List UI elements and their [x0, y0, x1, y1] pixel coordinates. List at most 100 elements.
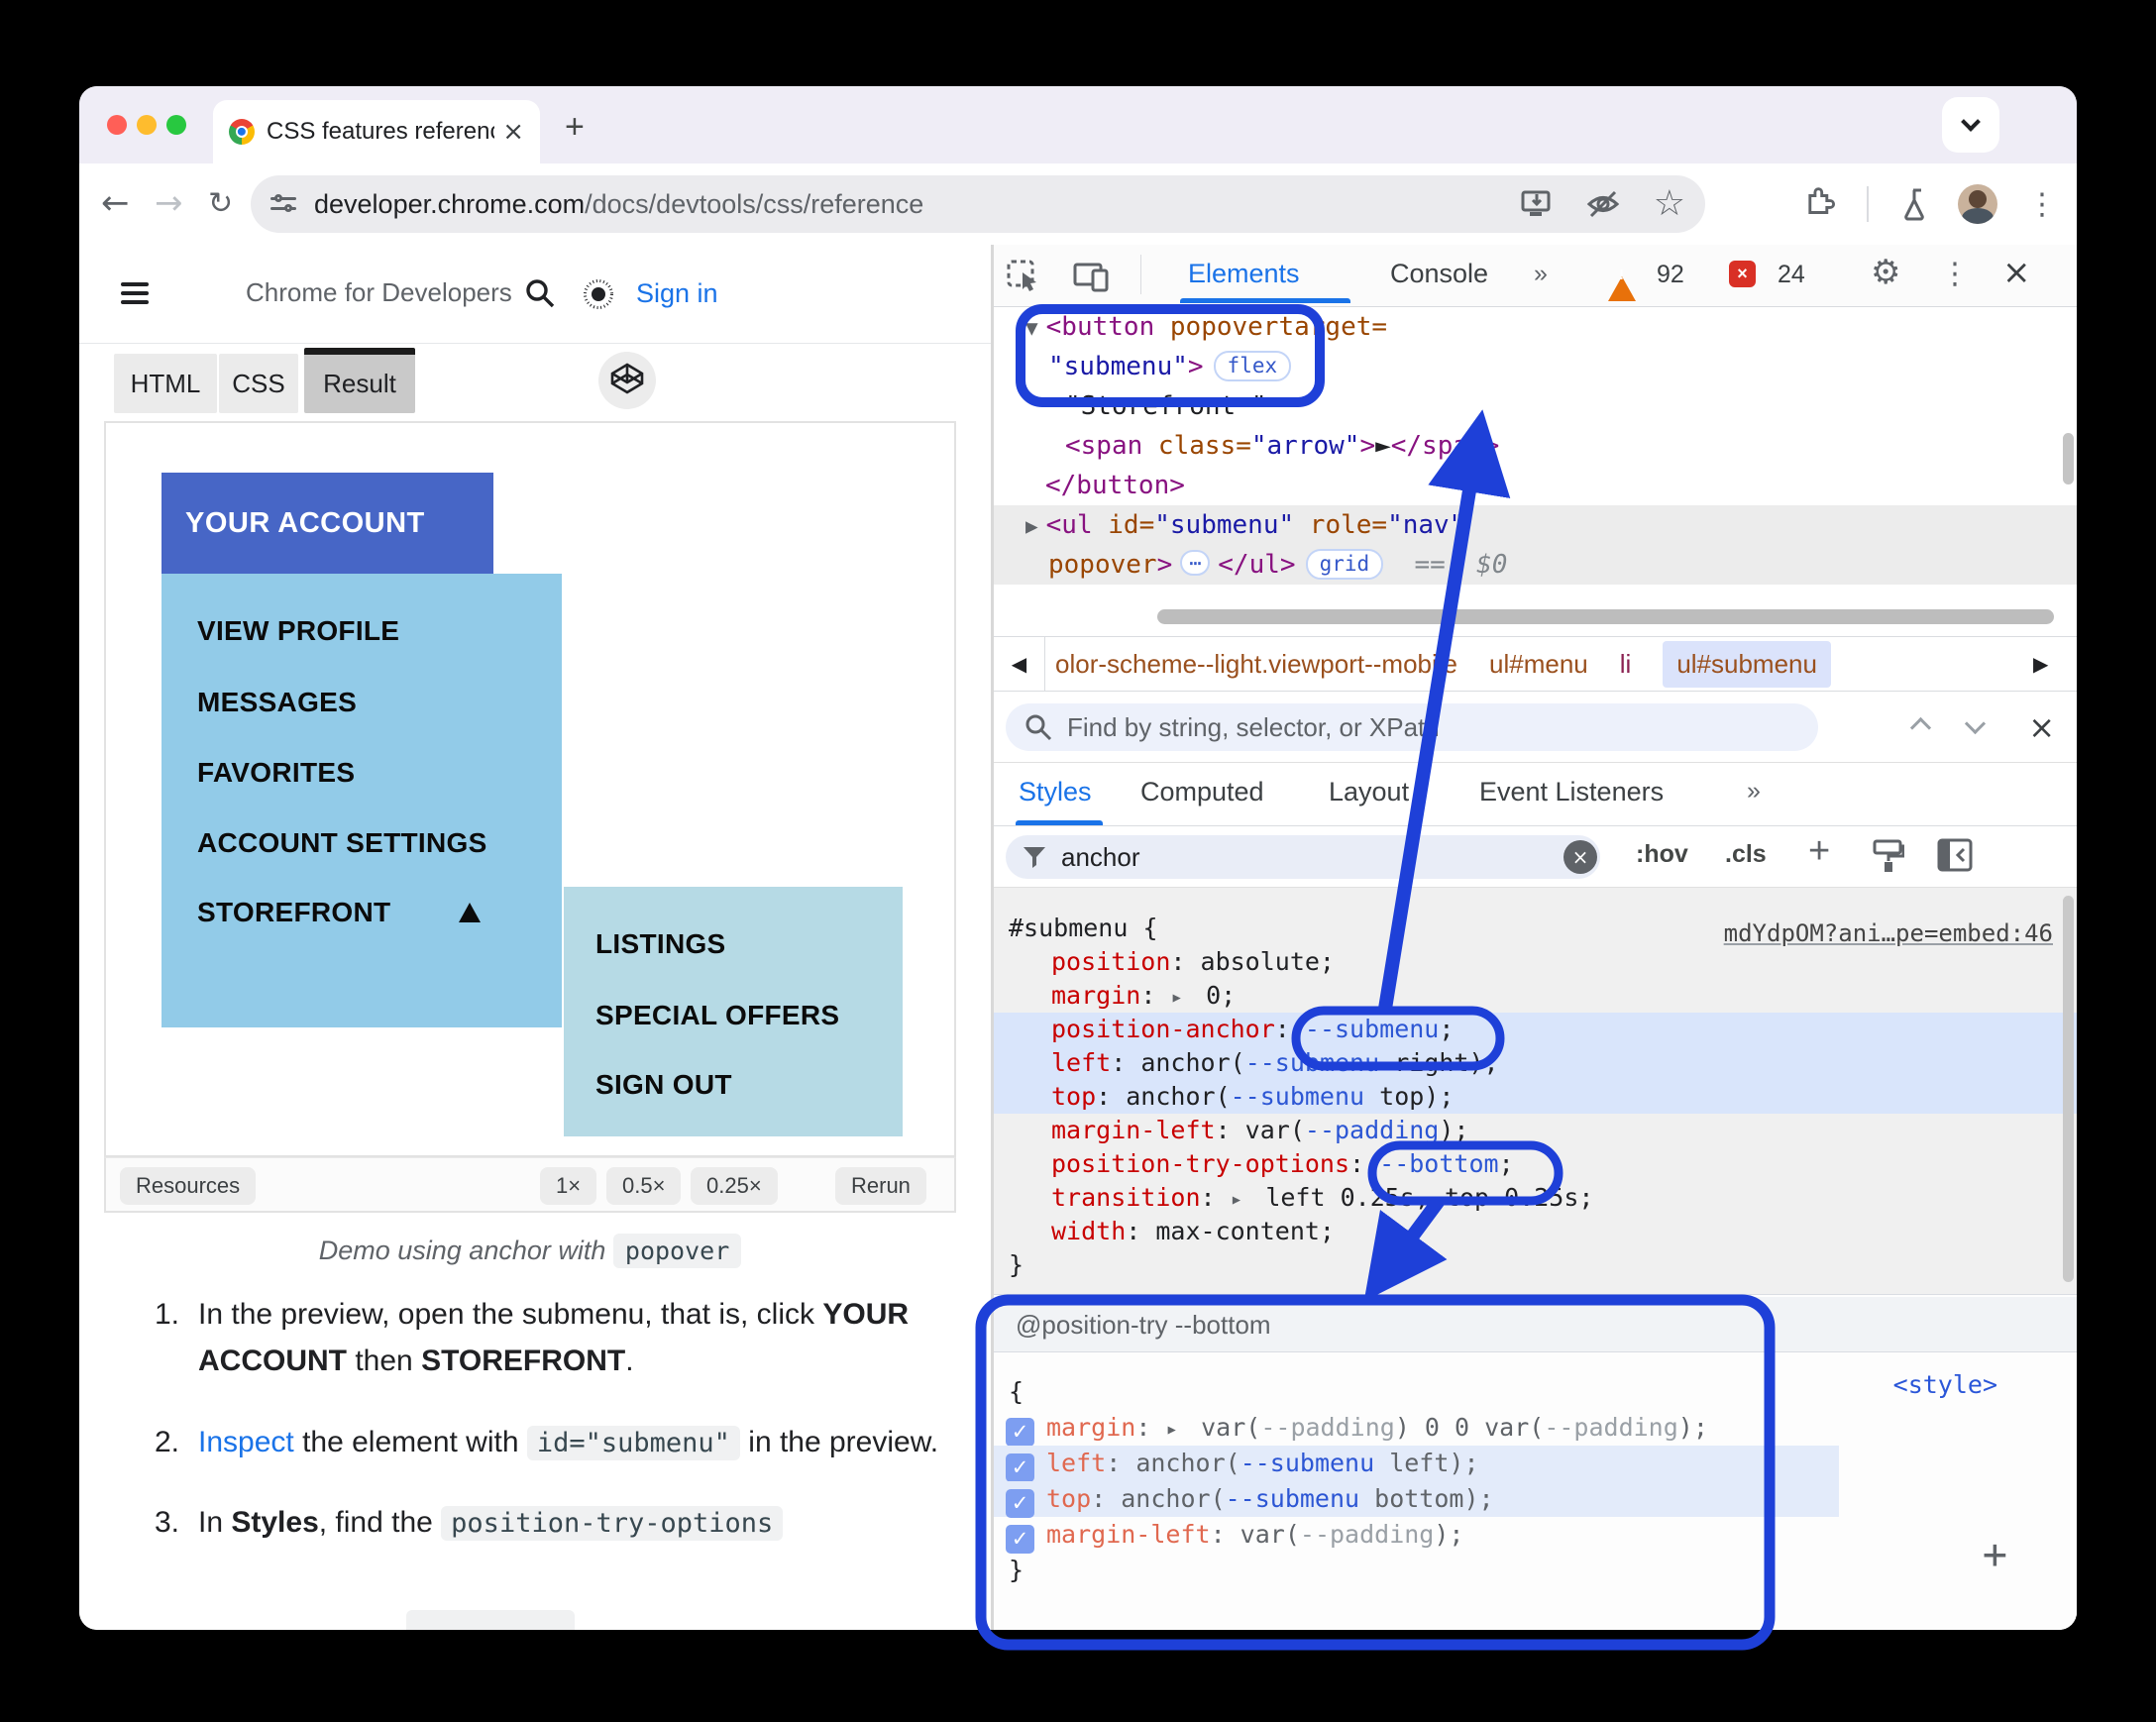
profile-avatar[interactable]: [1958, 184, 1997, 224]
dom-tree[interactable]: ▼ <button popovertarget= "submenu"> flex "St…: [994, 307, 2077, 604]
css-rule-submenu[interactable]: #submenu {position: absolute; margin: ▸ 0…: [994, 912, 2077, 1282]
inspect-element-icon[interactable]: [1006, 259, 1043, 294]
code-line[interactable]: margin: ▸ 0;: [994, 979, 2077, 1013]
devtools-close-icon[interactable]: ×: [2002, 253, 2031, 292]
code-line[interactable]: position-anchor: --submenu;: [994, 1013, 2077, 1046]
site-settings-icon[interactable]: [270, 193, 296, 215]
code-line[interactable]: "submenu"> flex: [994, 347, 2077, 386]
breadcrumb-item[interactable]: olor-scheme--light.viewport--mobile: [1055, 649, 1457, 680]
tab-console[interactable]: Console: [1390, 245, 1488, 302]
new-tab-button[interactable]: +: [565, 108, 585, 147]
code-line[interactable]: ▶ <ul id="submenu" role="nav": [994, 505, 2077, 545]
theme-toggle-sun-icon[interactable]: [581, 276, 616, 312]
window-minimize-button[interactable]: [137, 115, 157, 135]
tab-styles[interactable]: Styles: [1019, 777, 1092, 807]
code-line[interactable]: ✓ margin: ▸ var(--padding) 0 0 var(--padd…: [994, 1410, 1839, 1447]
reload-button[interactable]: ↻: [208, 186, 233, 221]
tab-search-button[interactable]: [1942, 97, 1999, 153]
code-line[interactable]: ✓ left: anchor(--submenu left);: [994, 1446, 1839, 1482]
code-line[interactable]: left: anchor(--submenu right);: [994, 1046, 2077, 1080]
find-input[interactable]: Find by string, selector, or XPath: [1006, 703, 1818, 751]
back-button[interactable]: ←: [101, 183, 130, 223]
more-tabs-icon[interactable]: »: [1534, 245, 1548, 302]
declaration-checkbox[interactable]: ✓: [1006, 1453, 1034, 1482]
your-account-button[interactable]: YOUR ACCOUNT: [162, 473, 493, 574]
forward-button[interactable]: →: [155, 183, 183, 223]
code-line[interactable]: popover> ⋯ </ul> grid == $0: [994, 545, 2077, 585]
install-icon[interactable]: [1521, 189, 1553, 219]
declaration-checkbox[interactable]: ✓: [1006, 1525, 1034, 1554]
scrollbar-thumb[interactable]: [1157, 609, 2054, 624]
add-declaration-icon[interactable]: +: [1983, 1530, 2007, 1578]
submenu-item-special-offers[interactable]: SPECIAL OFFERS: [595, 1000, 839, 1031]
find-close-icon[interactable]: ×: [2028, 708, 2055, 746]
code-line[interactable]: }: [994, 1553, 1839, 1588]
horizontal-scrollbar[interactable]: [994, 607, 2077, 627]
toggle-hover-state-button[interactable]: :hov: [1636, 840, 1688, 869]
style-source-link[interactable]: <style>: [1893, 1370, 1997, 1399]
breadcrumb-items[interactable]: olor-scheme--light.viewport--mobile ul#me…: [1045, 640, 2033, 688]
tab-css[interactable]: CSS: [219, 354, 298, 413]
bookmark-star-icon[interactable]: ☆: [1654, 186, 1685, 222]
extensions-icon[interactable]: [1803, 187, 1837, 221]
find-previous-icon[interactable]: [1909, 716, 1932, 739]
submenu-item-listings[interactable]: LISTINGS: [595, 928, 726, 960]
hamburger-menu-icon[interactable]: [121, 282, 149, 304]
breadcrumb-prev-icon[interactable]: ◀: [994, 637, 1045, 691]
styles-filter-input[interactable]: anchor: [1006, 835, 1600, 879]
devtools-menu-icon[interactable]: ⋮: [1940, 257, 1970, 291]
code-line[interactable]: {: [994, 1374, 1839, 1410]
menu-item-messages[interactable]: MESSAGES: [197, 687, 357, 718]
code-line[interactable]: top: anchor(--submenu top);: [994, 1080, 2077, 1114]
code-line[interactable]: "Storefront ": [994, 386, 2077, 426]
tab-result[interactable]: Result: [304, 348, 415, 413]
submenu-item-sign-out[interactable]: SIGN OUT: [595, 1069, 732, 1101]
code-line[interactable]: ▼ <button popovertarget=: [994, 307, 2077, 347]
window-close-button[interactable]: [107, 115, 127, 135]
tab-close-icon[interactable]: ×: [502, 117, 524, 147]
tab-computed[interactable]: Computed: [1140, 777, 1264, 807]
search-icon[interactable]: [523, 276, 557, 310]
code-line[interactable]: </button>: [994, 466, 2077, 505]
code-line[interactable]: transition: ▸ left 0.25s, top 0.25s;: [994, 1181, 2077, 1215]
rendering-emulation-icon[interactable]: [1871, 838, 1904, 874]
menu-item-favorites[interactable]: FAVORITES: [197, 757, 355, 789]
breadcrumb-next-icon[interactable]: ▶: [2033, 652, 2077, 676]
find-next-icon[interactable]: [1964, 712, 1987, 735]
errors-indicator[interactable]: ×: [1729, 261, 1756, 287]
code-line[interactable]: #submenu {: [994, 912, 2077, 945]
breadcrumb-item[interactable]: ul#menu: [1489, 649, 1588, 680]
browser-menu-icon[interactable]: ⋮: [2027, 187, 2057, 222]
declaration-checkbox[interactable]: ✓: [1006, 1489, 1034, 1518]
position-try-declarations[interactable]: {✓ margin: ▸ var(--padding) 0 0 var(--pad…: [994, 1374, 1839, 1588]
computed-panel-toggle-icon[interactable]: [1937, 838, 1973, 872]
styles-scrollbar-thumb[interactable]: [2063, 896, 2074, 1282]
code-line[interactable]: ✓ top: anchor(--submenu bottom);: [994, 1481, 1839, 1518]
menu-item-view-profile[interactable]: VIEW PROFILE: [197, 615, 399, 647]
toggle-class-button[interactable]: .cls: [1725, 840, 1767, 869]
more-sidebar-tabs-icon[interactable]: »: [1747, 777, 1761, 806]
scale-05x-button[interactable]: 0.5×: [606, 1167, 682, 1205]
breadcrumb-item[interactable]: ul#submenu: [1663, 640, 1831, 688]
code-line[interactable]: width: max-content;: [994, 1215, 2077, 1248]
code-line[interactable]: position: absolute;: [994, 945, 2077, 979]
code-line[interactable]: position-try-options: --bottom;: [994, 1147, 2077, 1181]
codepen-button[interactable]: [598, 352, 656, 409]
scale-1x-button[interactable]: 1×: [540, 1167, 597, 1205]
new-style-rule-icon[interactable]: +: [1808, 830, 1830, 873]
reading-mode-eye-icon[interactable]: [1586, 189, 1620, 219]
settings-gear-icon[interactable]: ⚙: [1871, 253, 1900, 292]
rerun-button[interactable]: Rerun: [835, 1167, 926, 1205]
tab-elements[interactable]: Elements: [1188, 245, 1300, 302]
tab-event-listeners[interactable]: Event Listeners: [1479, 777, 1664, 807]
labs-flask-icon[interactable]: [1898, 187, 1928, 221]
vertical-scrollbar-thumb[interactable]: [2063, 433, 2074, 484]
declaration-checkbox[interactable]: ✓: [1006, 1418, 1034, 1447]
browser-tab[interactable]: CSS features reference | Chr ×: [213, 100, 540, 163]
sign-in-link[interactable]: Sign in: [636, 278, 718, 309]
code-line[interactable]: <span class="arrow">►</span>: [994, 426, 2077, 466]
code-line[interactable]: }: [994, 1248, 2077, 1282]
code-line[interactable]: margin-left: var(--padding);: [994, 1114, 2077, 1147]
device-toolbar-icon[interactable]: [1073, 259, 1111, 294]
resources-button[interactable]: Resources: [120, 1167, 257, 1205]
